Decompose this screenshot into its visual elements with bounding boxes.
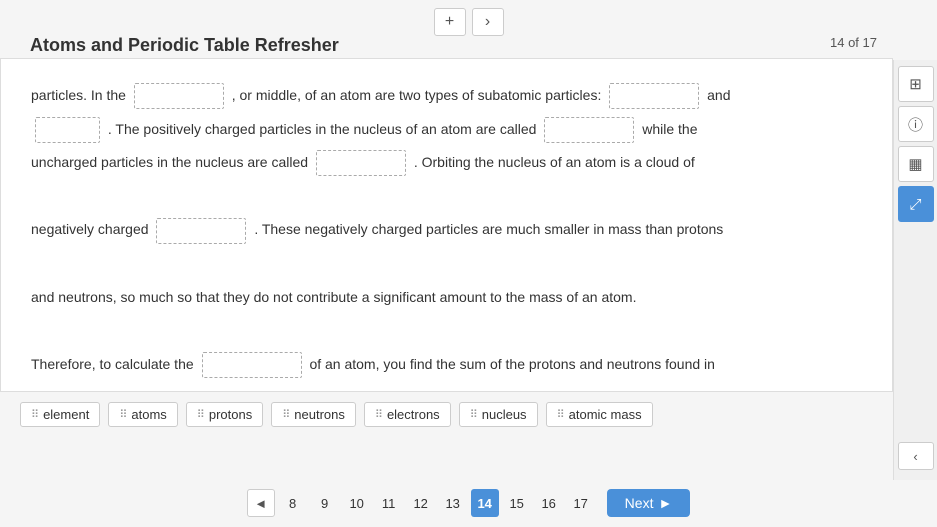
blank-type1[interactable] bbox=[609, 83, 699, 109]
word-nucleus[interactable]: ⠿ nucleus bbox=[459, 402, 538, 427]
drag-icon-element: ⠿ bbox=[31, 408, 38, 421]
word-neutrons-label: neutrons bbox=[294, 407, 345, 422]
next-arrow-icon: ► bbox=[658, 495, 672, 511]
bottom-navigation: ◄ 8 9 10 11 12 13 14 15 16 17 Next ► bbox=[0, 489, 937, 517]
blank-atomic-mass[interactable] bbox=[202, 352, 302, 378]
word-protons[interactable]: ⠿ protons bbox=[186, 402, 263, 427]
text-therefore: Therefore, to calculate the bbox=[31, 356, 194, 372]
next-button[interactable]: Next ► bbox=[607, 489, 691, 517]
text-middle: , or middle, of an atom are two types of… bbox=[232, 87, 602, 103]
page-title: Atoms and Periodic Table Refresher bbox=[30, 35, 339, 56]
drag-icon-nucleus: ⠿ bbox=[470, 408, 477, 421]
word-electrons[interactable]: ⠿ electrons bbox=[364, 402, 451, 427]
word-protons-label: protons bbox=[209, 407, 252, 422]
drag-icon-protons: ⠿ bbox=[197, 408, 204, 421]
word-atomic-mass[interactable]: ⠿ atomic mass bbox=[546, 402, 653, 427]
text-while-the: while the bbox=[642, 121, 697, 137]
drag-icon-neutrons: ⠿ bbox=[282, 408, 289, 421]
page-12[interactable]: 12 bbox=[407, 489, 435, 517]
word-atoms[interactable]: ⠿ atoms bbox=[108, 402, 177, 427]
forward-button[interactable]: › bbox=[472, 8, 504, 36]
text-orbiting: . Orbiting the nucleus of an atom is a c… bbox=[414, 154, 695, 170]
word-atoms-label: atoms bbox=[131, 407, 166, 422]
text-particles-in: particles. In the bbox=[31, 87, 126, 103]
page-15[interactable]: 15 bbox=[503, 489, 531, 517]
text-negatively-charged: negatively charged bbox=[31, 221, 149, 237]
text-uncharged: uncharged particles in the nucleus are c… bbox=[31, 154, 308, 170]
word-element[interactable]: ⠿ element bbox=[20, 402, 100, 427]
blank-electrons[interactable] bbox=[156, 218, 246, 244]
text-and: and bbox=[707, 87, 730, 103]
sidebar-collapse-button[interactable]: ‹ bbox=[898, 442, 934, 470]
top-toolbar: + › bbox=[434, 8, 504, 36]
word-element-label: element bbox=[43, 407, 89, 422]
page-13[interactable]: 13 bbox=[439, 489, 467, 517]
next-button-label: Next bbox=[625, 495, 654, 511]
word-bank: ⠿ element ⠿ atoms ⠿ protons ⠿ neutrons ⠿… bbox=[0, 391, 893, 437]
page-11[interactable]: 11 bbox=[375, 489, 403, 517]
page-count: 14 of 17 bbox=[830, 35, 877, 50]
page-9[interactable]: 9 bbox=[311, 489, 339, 517]
word-neutrons[interactable]: ⠿ neutrons bbox=[271, 402, 356, 427]
info-icon[interactable]: ⓘ bbox=[898, 106, 934, 142]
content-body: particles. In the , or middle, of an ato… bbox=[31, 79, 862, 437]
grid-icon[interactable]: ⊞ bbox=[898, 66, 934, 102]
blank-protons[interactable] bbox=[544, 117, 634, 143]
drag-icon-atomic-mass: ⠿ bbox=[557, 408, 564, 421]
page-17[interactable]: 17 bbox=[567, 489, 595, 517]
text-of-an-atom: of an atom, you find the sum of the prot… bbox=[309, 356, 715, 372]
right-sidebar: ⊞ ⓘ ▦ ⤢ ‹ bbox=[893, 60, 937, 480]
word-atomic-mass-label: atomic mass bbox=[569, 407, 642, 422]
page-8[interactable]: 8 bbox=[279, 489, 307, 517]
word-nucleus-label: nucleus bbox=[482, 407, 527, 422]
main-content: particles. In the , or middle, of an ato… bbox=[0, 58, 893, 437]
add-button[interactable]: + bbox=[434, 8, 466, 36]
blank-type2[interactable] bbox=[35, 117, 100, 143]
drag-icon-atoms: ⠿ bbox=[119, 408, 126, 421]
page-10[interactable]: 10 bbox=[343, 489, 371, 517]
expand-icon[interactable]: ⤢ bbox=[898, 186, 934, 222]
blank-nucleus[interactable] bbox=[134, 83, 224, 109]
text-and-neutrons: and neutrons, so much so that they do no… bbox=[31, 289, 636, 305]
page-16[interactable]: 16 bbox=[535, 489, 563, 517]
blank-neutrons[interactable] bbox=[316, 150, 406, 176]
prev-page-button[interactable]: ◄ bbox=[247, 489, 275, 517]
drag-icon-electrons: ⠿ bbox=[375, 408, 382, 421]
word-electrons-label: electrons bbox=[387, 407, 440, 422]
text-these-neg: . These negatively charged particles are… bbox=[254, 221, 723, 237]
page-14[interactable]: 14 bbox=[471, 489, 499, 517]
text-positively-charged: . The positively charged particles in th… bbox=[108, 121, 537, 137]
calculator-icon[interactable]: ▦ bbox=[898, 146, 934, 182]
